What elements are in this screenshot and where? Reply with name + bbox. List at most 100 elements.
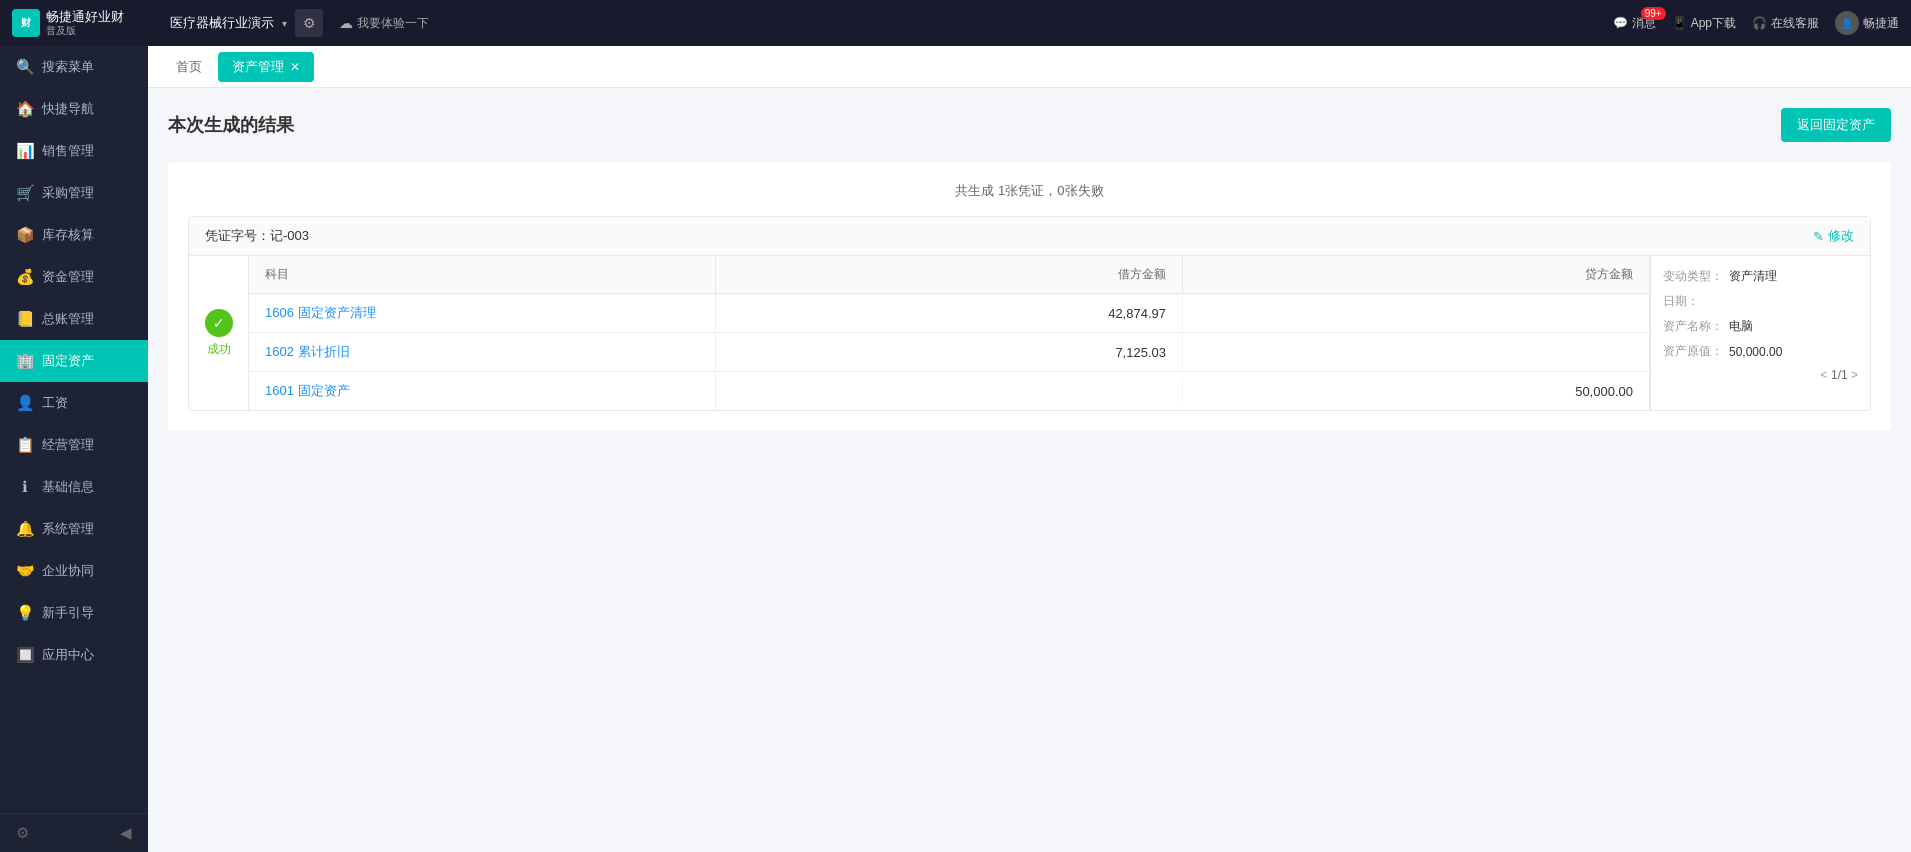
experience-button[interactable]: ☁ 我要体验一下 — [339, 15, 429, 32]
sidebar-item-label: 资金管理 — [42, 268, 94, 286]
th-debit: 借方金额 — [716, 256, 1183, 293]
sidebar-item-operations[interactable]: 📋 经营管理 — [0, 424, 148, 466]
sidebar-item-ledger[interactable]: 📒 总账管理 — [0, 298, 148, 340]
purchase-icon: 🛒 — [16, 184, 34, 202]
sidebar-item-label: 基础信息 — [42, 478, 94, 496]
system-icon: 🔔 — [16, 520, 34, 538]
settings-icon[interactable]: ⚙ — [295, 9, 323, 37]
result-panel: 共生成 1张凭证，0张失败 凭证字号：记-003 ✎ 修改 — [168, 162, 1891, 431]
tab-asset-management[interactable]: 资产管理 ✕ — [218, 52, 314, 82]
search-icon: 🔍 — [16, 58, 34, 76]
fixed-assets-icon: 🏢 — [16, 352, 34, 370]
sidebar-item-label: 固定资产 — [42, 352, 94, 370]
edit-label: 修改 — [1828, 227, 1854, 245]
success-column: ✓ 成功 — [189, 256, 249, 410]
voucher-section: 凭证字号：记-003 ✎ 修改 ✓ 成功 — [188, 216, 1871, 411]
online-support-button[interactable]: 🎧 在线客服 — [1752, 15, 1819, 32]
sidebar-item-search[interactable]: 🔍 搜索菜单 — [0, 46, 148, 88]
message-icon: 💬 — [1613, 16, 1628, 30]
sidebar-item-sales[interactable]: 📊 销售管理 — [0, 130, 148, 172]
asset-original-value: 50,000.00 — [1729, 345, 1782, 359]
sidebar-scroll: 🔍 搜索菜单 🏠 快捷导航 📊 销售管理 🛒 采购管理 📦 库存核算 💰 — [0, 46, 148, 813]
tab-home[interactable]: 首页 — [164, 46, 214, 88]
tab-bar: 首页 资产管理 ✕ — [148, 46, 1911, 88]
sidebar-item-finance[interactable]: 💰 资金管理 — [0, 256, 148, 298]
sidebar-item-enterprise[interactable]: 🤝 企业协同 — [0, 550, 148, 592]
td-debit-3 — [716, 381, 1183, 401]
voucher-info-panel: 变动类型： 资产清理 日期： 资产名称： 电脑 — [1650, 256, 1870, 410]
sidebar-item-basic-info[interactable]: ℹ 基础信息 — [0, 466, 148, 508]
page-header: 本次生成的结果 返回固定资产 — [168, 108, 1891, 142]
success-mark: ✓ 成功 — [189, 293, 249, 374]
tab-close-icon[interactable]: ✕ — [290, 60, 300, 74]
sidebar-item-label: 系统管理 — [42, 520, 94, 538]
sidebar-item-label: 新手引导 — [42, 604, 94, 622]
th-subject: 科目 — [249, 256, 716, 293]
gear-icon[interactable]: ⚙ — [16, 824, 29, 842]
result-summary: 共生成 1张凭证，0张失败 — [188, 182, 1871, 200]
date-label: 日期： — [1663, 293, 1699, 310]
voucher-table: 科目 借方金额 贷方金额 1606 固定资产清理 42,874.97 — [249, 256, 1650, 410]
payroll-icon: 👤 — [16, 394, 34, 412]
page-indicator: 1/1 — [1831, 368, 1851, 382]
collapse-icon[interactable]: ◀ — [120, 824, 132, 842]
table-row: 1601 固定资产 50,000.00 — [249, 372, 1649, 410]
experience-label: 我要体验一下 — [357, 15, 429, 32]
sidebar-item-system[interactable]: 🔔 系统管理 — [0, 508, 148, 550]
td-debit-1: 42,874.97 — [716, 296, 1183, 331]
sidebar-item-app-center[interactable]: 🔲 应用中心 — [0, 634, 148, 676]
sidebar-item-label: 企业协同 — [42, 562, 94, 580]
avatar: 👤 — [1835, 11, 1859, 35]
finance-icon: 💰 — [16, 268, 34, 286]
user-area[interactable]: 👤 畅捷通 — [1835, 11, 1899, 35]
logo-icon: 财 — [12, 9, 40, 37]
sidebar-item-quick-nav[interactable]: 🏠 快捷导航 — [0, 88, 148, 130]
info-change-type: 变动类型： 资产清理 — [1663, 268, 1858, 285]
sidebar-item-purchase[interactable]: 🛒 采购管理 — [0, 172, 148, 214]
table-header: 科目 借方金额 贷方金额 — [249, 256, 1649, 294]
asset-name-label: 资产名称： — [1663, 318, 1723, 335]
subject-link-3[interactable]: 1601 固定资产 — [265, 383, 350, 398]
sidebar-item-label: 总账管理 — [42, 310, 94, 328]
enterprise-icon: 🤝 — [16, 562, 34, 580]
subject-link-1[interactable]: 1606 固定资产清理 — [265, 305, 376, 320]
prev-page-icon[interactable]: < — [1821, 368, 1828, 382]
app-download-button[interactable]: 📱 App下载 — [1672, 15, 1736, 32]
logo-area: 财 畅捷通好业财 普及版 — [12, 9, 160, 37]
page-content: 本次生成的结果 返回固定资产 共生成 1张凭证，0张失败 凭证字号：记-003 … — [148, 88, 1911, 852]
sales-icon: 📊 — [16, 142, 34, 160]
sidebar-item-guide[interactable]: 💡 新手引导 — [0, 592, 148, 634]
change-type-label: 变动类型： — [1663, 268, 1723, 285]
voucher-body: ✓ 成功 科目 借方金额 贷方金额 — [189, 256, 1870, 410]
asset-name-value: 电脑 — [1729, 318, 1753, 335]
tab-asset-label: 资产管理 — [232, 58, 284, 76]
table-row: 1602 累计折旧 7,125.03 — [249, 333, 1649, 372]
sidebar-item-payroll[interactable]: 👤 工资 — [0, 382, 148, 424]
message-badge: 99+ — [1641, 7, 1666, 20]
subject-link-2[interactable]: 1602 累计折旧 — [265, 344, 350, 359]
td-subject-3: 1601 固定资产 — [249, 372, 716, 410]
top-header: 财 畅捷通好业财 普及版 医疗器械行业演示 ▾ ⚙ ☁ 我要体验一下 💬 消息 … — [0, 0, 1911, 46]
online-support-label: 在线客服 — [1771, 15, 1819, 32]
sidebar-item-inventory[interactable]: 📦 库存核算 — [0, 214, 148, 256]
home-icon: 🏠 — [16, 100, 34, 118]
headset-icon: 🎧 — [1752, 16, 1767, 30]
header-center: 医疗器械行业演示 ▾ ⚙ ☁ 我要体验一下 — [160, 9, 1613, 37]
return-fixed-assets-button[interactable]: 返回固定资产 — [1781, 108, 1891, 142]
app-center-icon: 🔲 — [16, 646, 34, 664]
next-page-icon[interactable]: > — [1851, 368, 1858, 382]
table-row: 1606 固定资产清理 42,874.97 — [249, 294, 1649, 333]
success-text: 成功 — [207, 341, 231, 358]
chevron-down-icon[interactable]: ▾ — [282, 18, 287, 29]
edit-button[interactable]: ✎ 修改 — [1813, 227, 1854, 245]
sidebar-item-fixed-assets[interactable]: 🏢 固定资产 — [0, 340, 148, 382]
inventory-icon: 📦 — [16, 226, 34, 244]
header-right: 💬 消息 99+ 📱 App下载 🎧 在线客服 👤 畅捷通 — [1613, 11, 1899, 35]
tab-home-label: 首页 — [176, 58, 202, 76]
sidebar-item-label: 工资 — [42, 394, 68, 412]
sidebar-item-label: 应用中心 — [42, 646, 94, 664]
message-button[interactable]: 💬 消息 99+ — [1613, 15, 1656, 32]
sidebar-item-label: 采购管理 — [42, 184, 94, 202]
td-subject-1: 1606 固定资产清理 — [249, 294, 716, 332]
logo-main: 畅捷通好业财 — [46, 9, 124, 25]
